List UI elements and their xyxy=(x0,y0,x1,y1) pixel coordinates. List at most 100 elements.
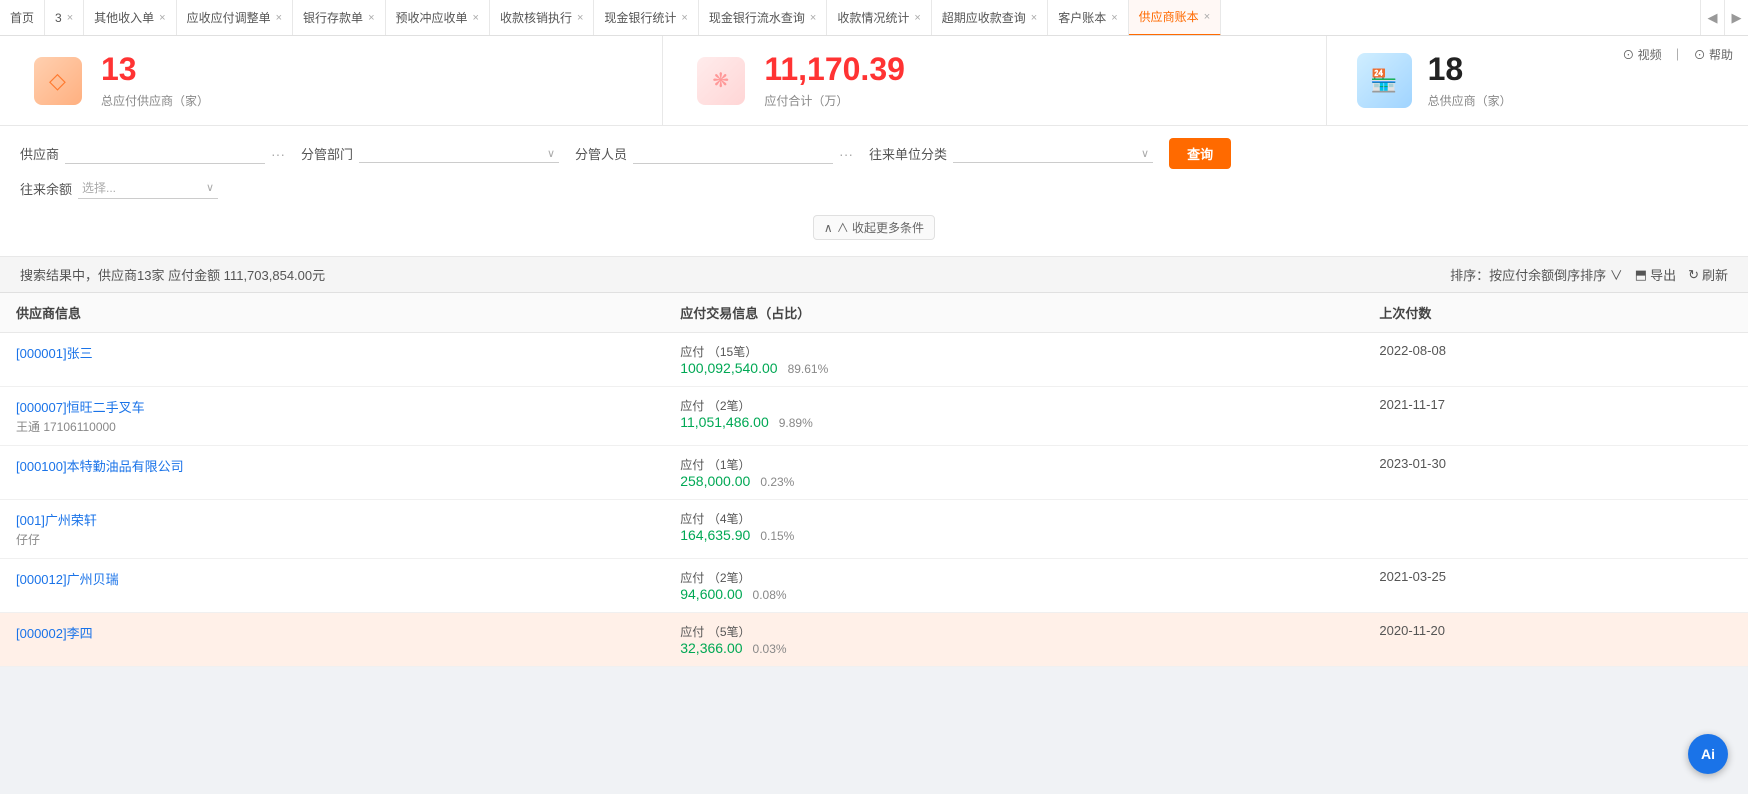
close-icon[interactable]: × xyxy=(368,12,374,24)
tx-info-cell: 应付 （2笔）94,600.000.08% xyxy=(664,559,1363,613)
search-button[interactable]: 查询 xyxy=(1169,138,1231,169)
tx-amount[interactable]: 94,600.00 xyxy=(680,586,742,602)
result-bar: 搜索结果中，供应商13家 应付金额 111,703,854.00元 排序：按应付… xyxy=(0,257,1748,293)
ai-label: Ai xyxy=(1701,746,1715,762)
last-pay-cell: 2022-08-08 xyxy=(1363,333,1748,387)
last-pay-cell: 2021-03-25 xyxy=(1363,559,1748,613)
total-vendors-icon: 🏪 xyxy=(1357,53,1412,108)
vendor-link[interactable]: [001]广州荣轩 xyxy=(16,513,97,528)
unit-class-dropdown[interactable]: ∨ xyxy=(953,145,1153,163)
tx-amount[interactable]: 11,051,486.00 xyxy=(680,414,769,430)
tx-amount-line: 11,051,486.009.89% xyxy=(680,414,1347,430)
last-pay-date: 2021-11-17 xyxy=(1379,397,1445,412)
nav-tab-overdue[interactable]: 超期应收款查询 × xyxy=(932,0,1048,36)
tx-count: （2笔） xyxy=(708,571,751,585)
nav-tab-3[interactable]: 3 × xyxy=(45,0,84,36)
nav-tab-ar-ap[interactable]: 应收应付调整单 × xyxy=(177,0,293,36)
nav-tab-receipt-verify[interactable]: 收款核销执行 × xyxy=(490,0,594,36)
tx-amount[interactable]: 258,000.00 xyxy=(680,473,750,489)
ai-button[interactable]: Ai xyxy=(1688,734,1728,774)
nav-tab-other-income[interactable]: 其他收入单 × xyxy=(84,0,176,36)
refresh-button[interactable]: ↻ 刷新 xyxy=(1688,265,1728,284)
vendor-link[interactable]: [000100]本特勤油品有限公司 xyxy=(16,459,184,474)
tx-info-cell: 应付 （1笔）258,000.000.23% xyxy=(664,446,1363,500)
supplier-input[interactable] xyxy=(65,144,265,164)
dept-dropdown-arrow: ∨ xyxy=(547,147,555,160)
dept-dropdown[interactable]: ∨ xyxy=(359,145,559,163)
tx-count: （15笔） xyxy=(708,345,757,359)
tx-amount-line: 258,000.00 0.23% xyxy=(680,473,1347,489)
nav-tab-prepay[interactable]: 预收冲应收单 × xyxy=(386,0,490,36)
nav-tab-prepay-label: 预收冲应收单 xyxy=(396,9,468,26)
nav-tab-cash-flow[interactable]: 现金银行流水查询 × xyxy=(699,0,827,36)
nav-tab-customer[interactable]: 客户账本 × xyxy=(1048,0,1128,36)
filter-row-1: 供应商 ··· 分管部门 ∨ 分管人员 ··· 往来单位分类 ∨ 查询 xyxy=(20,138,1728,169)
vendor-link[interactable]: [000007]恒旺二手叉车 xyxy=(16,400,145,415)
nav-tab-bank-label: 银行存款单 xyxy=(303,9,363,26)
unit-class-dropdown-arrow: ∨ xyxy=(1141,147,1149,160)
close-icon[interactable]: × xyxy=(67,12,73,24)
payable-vendors-number: 13 xyxy=(101,52,209,87)
sort-down-icon: ∨ xyxy=(1610,268,1623,283)
tx-percent: 0.23% xyxy=(760,475,794,489)
tx-amount-line: 100,092,540.0089.61% xyxy=(680,360,1347,376)
tx-amount[interactable]: 32,366.00 xyxy=(680,640,742,656)
help-link[interactable]: ⊙ 帮助 xyxy=(1694,46,1733,63)
close-icon[interactable]: × xyxy=(473,12,479,24)
col-header-vendor-info: 供应商信息 xyxy=(0,293,664,333)
sort-label[interactable]: 排序：按应付余额倒序排序 ∨ xyxy=(1450,265,1623,284)
vendor-link[interactable]: [000001]张三 xyxy=(16,346,93,361)
close-icon[interactable]: × xyxy=(681,12,687,24)
video-link[interactable]: ⊙ 视频 xyxy=(1622,46,1661,63)
nav-tab-cash-stat-label: 现金银行统计 xyxy=(604,9,676,26)
tx-amount-line: 32,366.00 0.03% xyxy=(680,640,1347,656)
table-body: [000001]张三 应付 （15笔）100,092,540.0089.61% 20… xyxy=(0,333,1748,667)
nav-tab-home[interactable]: 首页 xyxy=(0,0,45,36)
filter-row-2: 往来余额 选择... ∨ xyxy=(20,177,1728,199)
nav-tab-cash-flow-label: 现金银行流水查询 xyxy=(709,9,805,26)
nav-tab-vendor[interactable]: 供应商账本 × xyxy=(1129,0,1221,36)
tx-amount[interactable]: 100,092,540.00 xyxy=(680,360,777,376)
collapse-button[interactable]: ∧ ∧ 收起更多条件 xyxy=(813,215,935,240)
top-right-links: ⊙ 视频 ｜ ⊙ 帮助 xyxy=(1622,46,1733,63)
tx-amount[interactable]: 164,635.90 xyxy=(680,527,750,543)
vendor-info-cell: [000001]张三 xyxy=(0,333,664,387)
close-icon[interactable]: × xyxy=(1204,11,1210,23)
close-icon[interactable]: × xyxy=(1031,12,1037,24)
vendor-link[interactable]: [000012]广州贝瑞 xyxy=(16,572,119,587)
balance-dropdown[interactable]: 选择... ∨ xyxy=(78,177,218,199)
table-row: [000001]张三 应付 （15笔）100,092,540.0089.61% 20… xyxy=(0,333,1748,387)
payable-vendors-label: 总应付供应商（家） xyxy=(101,92,209,109)
last-pay-date: 2022-08-08 xyxy=(1379,343,1446,358)
close-icon[interactable]: × xyxy=(577,12,583,24)
tx-count: （4笔） xyxy=(708,512,751,526)
collapse-label: ∧ 收起更多条件 xyxy=(837,219,924,236)
nav-tab-receipt-verify-label: 收款核销执行 xyxy=(500,9,572,26)
nav-arrows: ◀ ▶ xyxy=(1700,0,1748,36)
tx-count: （5笔） xyxy=(708,625,751,639)
tx-percent: 0.03% xyxy=(753,642,787,656)
nav-tab-cash-stat[interactable]: 现金银行统计 × xyxy=(594,0,698,36)
close-icon[interactable]: × xyxy=(1111,12,1117,24)
export-button[interactable]: ⬒ 导出 xyxy=(1635,265,1676,284)
nav-tab-bank[interactable]: 银行存款单 × xyxy=(293,0,385,36)
supplier-dots-icon[interactable]: ··· xyxy=(271,146,285,162)
close-icon[interactable]: × xyxy=(276,12,282,24)
tx-amount-line: 164,635.900.15% xyxy=(680,527,1347,543)
person-input[interactable] xyxy=(633,144,833,164)
nav-right-arrow[interactable]: ▶ xyxy=(1724,0,1748,36)
close-icon[interactable]: × xyxy=(810,12,816,24)
balance-placeholder: 选择... xyxy=(82,179,206,196)
table-row: [001]广州荣轩仔仔应付 （4笔）164,635.900.15% xyxy=(0,500,1748,559)
tx-label-line: 应付 （5笔） xyxy=(680,623,1347,640)
nav-left-arrow[interactable]: ◀ xyxy=(1700,0,1724,36)
tx-label-line: 应付 （15笔） xyxy=(680,343,1347,360)
nav-tab-other-income-label: 其他收入单 xyxy=(94,9,154,26)
nav-tab-receipt-stat[interactable]: 收款情况统计 × xyxy=(827,0,931,36)
vendor-link[interactable]: [000002]李四 xyxy=(16,626,93,641)
person-dots-icon[interactable]: ··· xyxy=(839,146,853,162)
close-icon[interactable]: × xyxy=(914,12,920,24)
tx-percent: 0.08% xyxy=(753,588,787,602)
tx-amount-line: 94,600.00 0.08% xyxy=(680,586,1347,602)
close-icon[interactable]: × xyxy=(159,12,165,24)
